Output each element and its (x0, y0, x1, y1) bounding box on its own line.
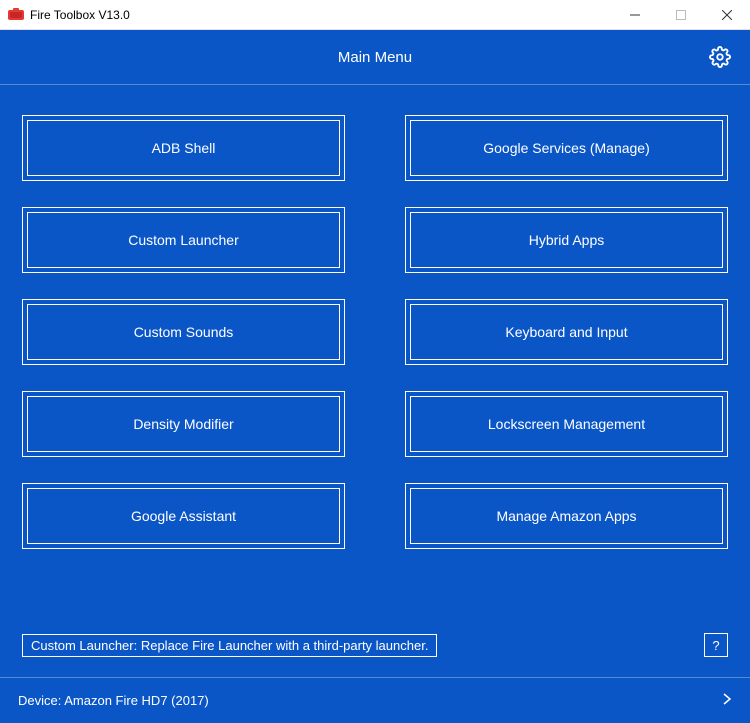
titlebar: Fire Toolbox V13.0 (0, 0, 750, 30)
menu-button-label: Manage Amazon Apps (496, 508, 636, 524)
maximize-button (658, 0, 704, 29)
menu-button-keyboard-input[interactable]: Keyboard and Input (405, 299, 728, 365)
menu-button-custom-launcher[interactable]: Custom Launcher (22, 207, 345, 273)
menu-button-hybrid-apps[interactable]: Hybrid Apps (405, 207, 728, 273)
menu-button-label: ADB Shell (152, 140, 216, 156)
app-icon (8, 8, 24, 22)
help-button-label: ? (712, 638, 719, 653)
window-controls (612, 0, 750, 29)
menu-button-label: Lockscreen Management (488, 416, 645, 432)
help-button[interactable]: ? (704, 633, 728, 657)
footer: Device: Amazon Fire HD7 (2017) (0, 677, 750, 723)
hint-row: Custom Launcher: Replace Fire Launcher w… (22, 633, 728, 657)
menu-button-google-services[interactable]: Google Services (Manage) (405, 115, 728, 181)
close-button[interactable] (704, 0, 750, 29)
menu-button-label: Hybrid Apps (529, 232, 604, 248)
main-area: ADB Shell Google Services (Manage) Custo… (0, 85, 750, 677)
menu-button-label: Custom Launcher (128, 232, 239, 248)
hint-text: Custom Launcher: Replace Fire Launcher w… (22, 634, 437, 657)
button-grid: ADB Shell Google Services (Manage) Custo… (22, 115, 728, 613)
menu-button-custom-sounds[interactable]: Custom Sounds (22, 299, 345, 365)
menu-button-adb-shell[interactable]: ADB Shell (22, 115, 345, 181)
menu-button-density-modifier[interactable]: Density Modifier (22, 391, 345, 457)
menu-button-label: Density Modifier (133, 416, 233, 432)
menu-button-label: Keyboard and Input (505, 324, 627, 340)
header: Main Menu (0, 30, 750, 85)
menu-button-lockscreen[interactable]: Lockscreen Management (405, 391, 728, 457)
next-button[interactable] (722, 692, 732, 709)
device-label: Device: Amazon Fire HD7 (2017) (18, 693, 209, 708)
window-title: Fire Toolbox V13.0 (30, 8, 612, 22)
minimize-button[interactable] (612, 0, 658, 29)
menu-button-google-assistant[interactable]: Google Assistant (22, 483, 345, 549)
menu-button-label: Google Services (Manage) (483, 140, 650, 156)
menu-button-amazon-apps[interactable]: Manage Amazon Apps (405, 483, 728, 549)
settings-button[interactable] (708, 45, 732, 69)
app-body: Main Menu ADB Shell Google Services (Man… (0, 30, 750, 723)
page-title: Main Menu (338, 49, 412, 66)
menu-button-label: Custom Sounds (134, 324, 234, 340)
menu-button-label: Google Assistant (131, 508, 236, 524)
